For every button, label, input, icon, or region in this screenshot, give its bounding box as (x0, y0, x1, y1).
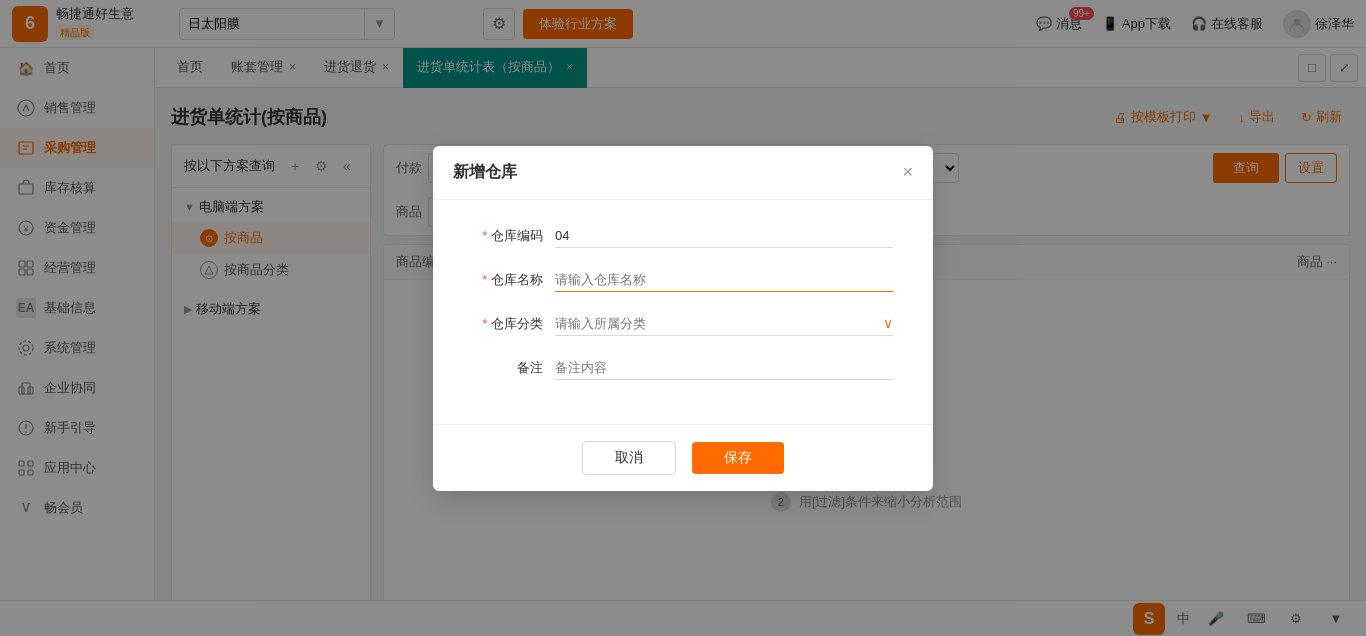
form-row-name: 仓库名称 (473, 268, 893, 292)
modal-close-btn[interactable]: × (902, 163, 913, 181)
form-row-remark: 备注 (473, 356, 893, 380)
form-row-category: 仓库分类 ∨ (473, 312, 893, 336)
modal-body: 仓库编码 仓库名称 仓库分类 ∨ 备注 (433, 200, 933, 424)
form-label-code: 仓库编码 (473, 227, 543, 245)
form-select-category-wrap: ∨ (555, 312, 893, 336)
warehouse-code-input[interactable] (555, 224, 893, 248)
save-button[interactable]: 保存 (692, 442, 784, 474)
warehouse-name-input[interactable] (555, 268, 893, 292)
warehouse-remark-input[interactable] (555, 356, 893, 380)
modal-overlay[interactable]: 新增仓库 × 仓库编码 仓库名称 仓库分类 ∨ (0, 0, 1366, 636)
cancel-button[interactable]: 取消 (582, 441, 676, 475)
category-dropdown-icon[interactable]: ∨ (883, 315, 893, 331)
form-label-category: 仓库分类 (473, 315, 543, 333)
modal-title: 新增仓库 (453, 162, 517, 183)
form-label-remark: 备注 (473, 359, 543, 377)
form-row-code: 仓库编码 (473, 224, 893, 248)
modal-header: 新增仓库 × (433, 146, 933, 200)
warehouse-category-input[interactable] (555, 312, 883, 335)
new-warehouse-modal: 新增仓库 × 仓库编码 仓库名称 仓库分类 ∨ (433, 146, 933, 491)
form-label-name: 仓库名称 (473, 271, 543, 289)
modal-footer: 取消 保存 (433, 424, 933, 491)
